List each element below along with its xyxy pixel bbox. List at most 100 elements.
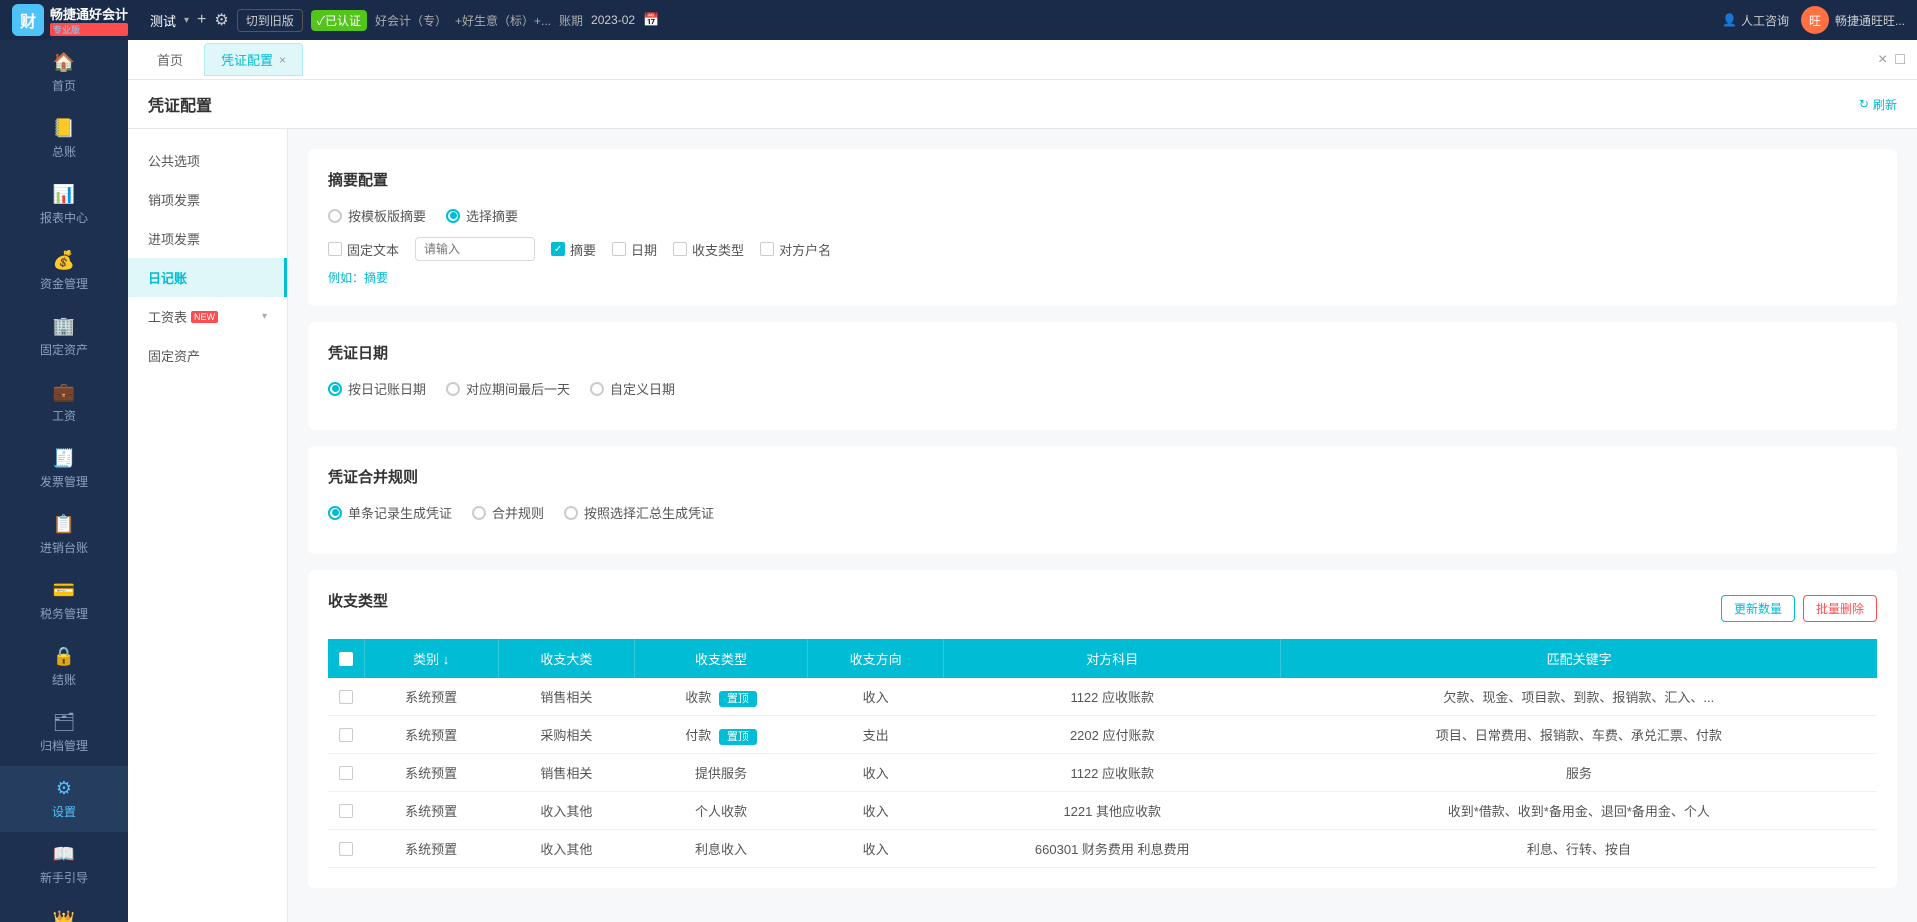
tab-voucher-config[interactable]: 凭证配置 × (204, 43, 303, 76)
maximize-icon[interactable]: □ (1895, 51, 1905, 69)
table-row: 系统预置 采购相关 付款 置顶 支出 2202 应付账款 项目、日常费用、报销款… (328, 716, 1877, 754)
merge-rules-section: 凭证合并规则 单条记录生成凭证 合并规则 按照选择汇总生成凭证 (308, 446, 1897, 554)
row-category-3: 系统预置 (364, 792, 498, 830)
left-nav-journal[interactable]: 日记账 (128, 258, 287, 297)
checkbox-fixed-text[interactable]: 固定文本 (328, 240, 399, 259)
tag2: +好生意（标）+... (455, 12, 551, 29)
checkbox-payment-type[interactable]: 收支类型 (673, 240, 744, 259)
add-button[interactable]: + (197, 11, 206, 29)
consult-button[interactable]: 👤 人工咨询 (1722, 12, 1789, 29)
radio-circle-template (328, 209, 342, 223)
row-keywords-4: 利息、行转、按自 (1281, 830, 1877, 868)
row-category-4: 系统预置 (364, 830, 498, 868)
radio-circle-select (446, 209, 460, 223)
radio-journal-date[interactable]: 按日记账日期 (328, 379, 426, 398)
closing-icon: 🔒 (53, 646, 75, 667)
row-checkbox-2[interactable] (328, 754, 364, 792)
test-dropdown-icon[interactable]: ▾ (184, 15, 189, 26)
radio-period-last[interactable]: 对应期间最后一天 (446, 379, 570, 398)
reports-icon: 📊 (53, 184, 75, 205)
sidebar-item-reports[interactable]: 📊 报表中心 (0, 172, 128, 238)
gear-icon[interactable]: ⚙ (214, 10, 228, 30)
page-title: 凭证配置 (148, 92, 212, 116)
sidebar-item-home[interactable]: 🏠 首页 (0, 40, 128, 106)
sidebar-item-archive[interactable]: 🗂 归档管理 (0, 700, 128, 766)
row-checkbox-1[interactable] (328, 716, 364, 754)
row-checkbox-3[interactable] (328, 792, 364, 830)
minimize-icon[interactable]: × (1878, 51, 1887, 69)
row-checkbox-0[interactable] (328, 678, 364, 716)
config-layout: 公共选项 销项发票 进项发票 日记账 工资表 NEW ▾ 固定资产 (128, 129, 1917, 922)
sidebar-item-settings[interactable]: ⚙ 设置 (0, 766, 128, 832)
checkbox-summary[interactable]: ✓ 摘要 (551, 240, 596, 259)
sidebar-label-home: 首页 (52, 77, 76, 94)
config-left-nav: 公共选项 销项发票 进项发票 日记账 工资表 NEW ▾ 固定资产 (128, 129, 288, 922)
payment-types-title: 收支类型 (328, 590, 388, 611)
summary-checkbox-row: 固定文本 ✓ 摘要 日期 收支类型 (328, 237, 1877, 261)
refresh-icon: ↻ (1859, 97, 1869, 111)
salary-icon: 💼 (53, 382, 75, 403)
sidebar-item-fixed-assets[interactable]: 🏢 固定资产 (0, 304, 128, 370)
logo-text: 畅捷通好会计 专业版 (50, 4, 128, 36)
old-version-button[interactable]: 切到旧版 (237, 9, 303, 32)
left-nav-payroll[interactable]: 工资表 NEW ▾ (128, 297, 287, 336)
radio-template-summary[interactable]: 按模板版摘要 (328, 206, 426, 225)
main-layout: 🏠 首页 📒 总账 📊 报表中心 💰 资金管理 🏢 固定资产 💼 工资 🧾 发票… (0, 40, 1917, 922)
sidebar-item-invoice[interactable]: 🧾 发票管理 (0, 436, 128, 502)
batch-delete-button[interactable]: 批量删除 (1803, 595, 1877, 622)
th-checkbox[interactable]: ✓ (328, 639, 364, 678)
radio-custom-date[interactable]: 自定义日期 (590, 379, 675, 398)
fixed-assets-icon: 🏢 (53, 316, 75, 337)
left-nav-purchase-invoice[interactable]: 进项发票 (128, 219, 287, 258)
th-major-type: 收支大类 (498, 639, 634, 678)
calendar-icon[interactable]: 📅 (643, 12, 659, 28)
radio-single-record[interactable]: 单条记录生成凭证 (328, 503, 452, 522)
left-nav-fixed-assets[interactable]: 固定资产 (128, 336, 287, 375)
checkbox-date[interactable]: 日期 (612, 240, 657, 259)
sidebar-label-fixed-assets: 固定资产 (40, 341, 88, 358)
update-count-button[interactable]: 更新数量 (1721, 595, 1795, 622)
page-header: 凭证配置 ↻ 刷新 (128, 80, 1917, 129)
left-nav-sales-invoice[interactable]: 销项发票 (128, 180, 287, 219)
logo-icon: 财 (12, 4, 44, 36)
sidebar-item-guide[interactable]: 📖 新手引导 (0, 832, 128, 898)
checkbox-counterparty[interactable]: 对方户名 (760, 240, 831, 259)
user-menu[interactable]: 旺 畅捷通旺旺... (1801, 6, 1905, 34)
row-major-type-3: 收入其他 (498, 792, 634, 830)
table-row: 系统预置 收入其他 利息收入 收入 660301 财务费用 利息费用 利息、行转… (328, 830, 1877, 868)
sidebar-item-tax[interactable]: 💳 税务管理 (0, 568, 128, 634)
row-major-type-2: 销售相关 (498, 754, 634, 792)
sidebar-item-salary[interactable]: 💼 工资 (0, 370, 128, 436)
fixed-text-input[interactable] (415, 237, 535, 261)
tab-close-icon[interactable]: × (279, 53, 286, 67)
row-payment-type-3: 个人收款 (635, 792, 808, 830)
chevron-down-icon: ▾ (262, 311, 267, 322)
config-main: 摘要配置 按模板版摘要 选择摘要 (288, 129, 1917, 922)
sidebar-label-tax: 税务管理 (40, 605, 88, 622)
radio-summary-gen[interactable]: 按照选择汇总生成凭证 (564, 503, 714, 522)
row-direction-1: 支出 (808, 716, 944, 754)
row-keywords-0: 欠款、现金、项目款、到款、报销款、汇入、... (1281, 678, 1877, 716)
row-account-2: 1122 应收账款 (944, 754, 1281, 792)
row-checkbox-4[interactable] (328, 830, 364, 868)
sidebar-item-closing[interactable]: 🔒 结账 (0, 634, 128, 700)
merge-rules-radio-group: 单条记录生成凭证 合并规则 按照选择汇总生成凭证 (328, 503, 1877, 522)
tab-home[interactable]: 首页 (140, 43, 200, 76)
left-nav-public[interactable]: 公共选项 (128, 141, 287, 180)
top-tag-0: 置顶 (719, 691, 757, 707)
summary-config-section: 摘要配置 按模板版摘要 选择摘要 (308, 149, 1897, 306)
row-direction-0: 收入 (808, 678, 944, 716)
row-account-4: 660301 财务费用 利息费用 (944, 830, 1281, 868)
radio-select-summary[interactable]: 选择摘要 (446, 206, 518, 225)
row-category-1: 系统预置 (364, 716, 498, 754)
radio-merge-rules[interactable]: 合并规则 (472, 503, 544, 522)
new-badge: NEW (191, 311, 218, 323)
tax-icon: 💳 (53, 580, 75, 601)
sidebar-item-purchase-sales[interactable]: 📋 进销台账 (0, 502, 128, 568)
refresh-button[interactable]: ↻ 刷新 (1859, 96, 1897, 113)
sidebar-item-funds[interactable]: 💰 资金管理 (0, 238, 128, 304)
sidebar-label-funds: 资金管理 (40, 275, 88, 292)
sidebar-item-ledger[interactable]: 📒 总账 (0, 106, 128, 172)
tab-bar: 首页 凭证配置 × × □ (128, 40, 1917, 80)
sidebar-item-member[interactable]: 👑 畅会员 (0, 898, 128, 922)
